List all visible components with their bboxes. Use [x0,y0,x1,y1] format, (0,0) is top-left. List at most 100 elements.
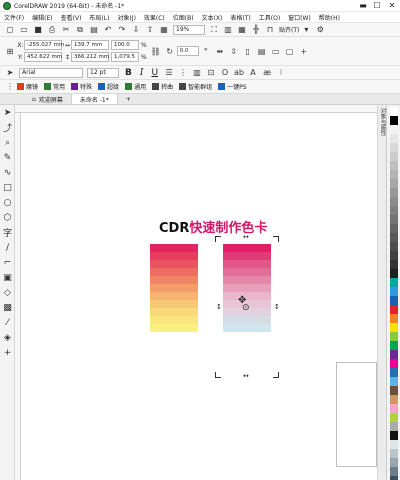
menu-table[interactable]: 表格(T) [226,13,254,22]
more-options-icon[interactable]: ⁝ [276,68,286,78]
color-swatch[interactable] [150,300,198,308]
snap-magnet-icon[interactable]: ⊓ [265,25,275,35]
palette-swatch[interactable] [390,458,398,467]
mirror-vertical-icon[interactable]: ⇳ [229,46,239,56]
freehand-tool-icon[interactable]: ✎ [0,150,15,165]
add-icon[interactable]: + [299,46,309,56]
palette-swatch[interactable] [390,215,398,224]
palette-swatch[interactable] [390,449,398,458]
selection-handle-left[interactable]: ↕ [216,303,222,311]
menu-layout[interactable]: 布局(L) [85,13,113,22]
plugin-one-click-ps[interactable]: 一键PS [218,82,247,91]
rectangle-shape-icon[interactable]: ▯ [243,46,253,56]
drawing-canvas[interactable]: CDR快速制作色卡 ↔ ↔ ↕ ↕ ✥ ⊙ [21,113,377,480]
pdf-icon[interactable]: ▦ [159,25,169,35]
color-swatch[interactable] [223,316,271,324]
rulers-icon[interactable]: ▥ [223,25,233,35]
artistic-media-icon[interactable]: ∿ [0,165,15,180]
color-swatch[interactable] [150,316,198,324]
palette-swatch[interactable] [390,143,398,152]
guidelines-icon[interactable]: ╬ [251,25,261,35]
palette-swatch[interactable] [390,395,398,404]
palette-swatch[interactable] [390,278,398,287]
eyedropper-icon[interactable]: ⁄ [0,315,15,330]
palette-swatch[interactable] [390,323,398,332]
layout-icon[interactable]: ▤ [257,46,267,56]
grid-icon[interactable]: ▦ [237,25,247,35]
palette-swatch[interactable] [390,413,398,422]
underline-button[interactable]: U [151,68,158,78]
pick-tool-icon[interactable]: ➤ [5,68,15,78]
menu-file[interactable]: 文件(F) [0,13,28,22]
reference-point-icon[interactable]: ⊞ [5,46,15,56]
parallel-dimension-icon[interactable]: ∕ [0,240,15,255]
palette-swatch[interactable] [390,251,398,260]
lock-ratio-icon[interactable]: ⛓ [151,46,161,56]
color-swatch[interactable] [150,244,198,252]
palette-swatch[interactable] [390,197,398,206]
minimize-button[interactable]: ▬ [356,0,370,11]
palette-swatch[interactable] [390,179,398,188]
palette-swatch[interactable] [390,287,398,296]
palette-swatch[interactable] [390,233,398,242]
text-frame-icon[interactable]: ▭ [271,46,281,56]
palette-swatch[interactable] [390,332,398,341]
rotation-field[interactable]: 0.0 [176,46,199,56]
color-swatch[interactable] [223,292,271,300]
plugin-zhuanqu[interactable]: 转曲 [152,82,173,91]
x-position-field[interactable]: -255.027 mm [24,40,64,50]
color-swatch[interactable] [150,292,198,300]
import-icon[interactable]: ⇩ [131,25,141,35]
page-icon[interactable]: ▢ [285,46,295,56]
text-object-icon[interactable]: O [220,68,230,78]
glyphs-icon[interactable]: æ [262,68,272,78]
italic-button[interactable]: I [140,68,144,78]
palette-swatch[interactable] [390,476,398,480]
bullet-list-icon[interactable]: ⋮ [178,68,188,78]
shape-tool-icon[interactable]: ⤴ [0,120,15,135]
color-swatch[interactable] [223,276,271,284]
palette-swatch[interactable] [390,422,398,431]
color-swatch[interactable] [150,324,198,332]
width-field[interactable]: 139.7 mm [71,40,109,50]
palette-swatch[interactable] [390,359,398,368]
transparency-tool-icon[interactable]: ◇ [0,285,15,300]
columns-icon[interactable]: ▥ [192,68,202,78]
selection-handle-right[interactable]: ↕ [274,303,280,311]
y-position-field[interactable]: 452.622 mm [24,52,62,62]
snap-to-menu[interactable]: 贴齐(T) [279,25,299,34]
selection-corner-tr[interactable] [273,236,279,242]
palette-swatch[interactable] [390,296,398,305]
color-swatch[interactable] [150,268,198,276]
palette-swatch[interactable] [390,431,398,440]
interactive-fill-icon[interactable]: ◈ [0,330,15,345]
palette-swatch[interactable] [390,368,398,377]
plugin-chaoji[interactable]: 超级 [98,82,119,91]
selection-corner-bl[interactable] [215,372,221,378]
color-swatch[interactable] [223,244,271,252]
palette-swatch[interactable] [390,161,398,170]
open-folder-icon[interactable]: ▭ [19,25,29,35]
text-tool-icon[interactable]: 字 [0,225,15,240]
horizontal-ruler[interactable] [15,105,377,113]
scale-x-field[interactable]: 100.0 [111,40,139,50]
palette-swatch[interactable] [390,305,398,314]
plugin-mojing[interactable]: 魔镜 [17,82,38,91]
color-swatch[interactable] [223,252,271,260]
plugin-tongyong[interactable]: 通用 [125,82,146,91]
palette-swatch[interactable] [390,440,398,449]
cut-icon[interactable]: ✂ [61,25,71,35]
add-document-button[interactable]: + [118,94,139,104]
palette-swatch[interactable] [390,116,398,125]
palette-swatch[interactable] [390,314,398,323]
font-family-combo[interactable]: Arial [19,67,83,78]
plugin-changyong[interactable]: 常用 [44,82,65,91]
palette-swatch[interactable] [390,224,398,233]
palette-swatch[interactable] [390,404,398,413]
selection-handle-bottom[interactable]: ↔ [243,372,249,380]
full-screen-icon[interactable]: ⛶ [209,25,219,35]
zoom-level-combo[interactable]: 19% [173,24,205,35]
palette-swatch[interactable] [390,341,398,350]
menu-help[interactable]: 帮助(H) [315,13,344,22]
palette-swatch[interactable] [390,134,398,143]
